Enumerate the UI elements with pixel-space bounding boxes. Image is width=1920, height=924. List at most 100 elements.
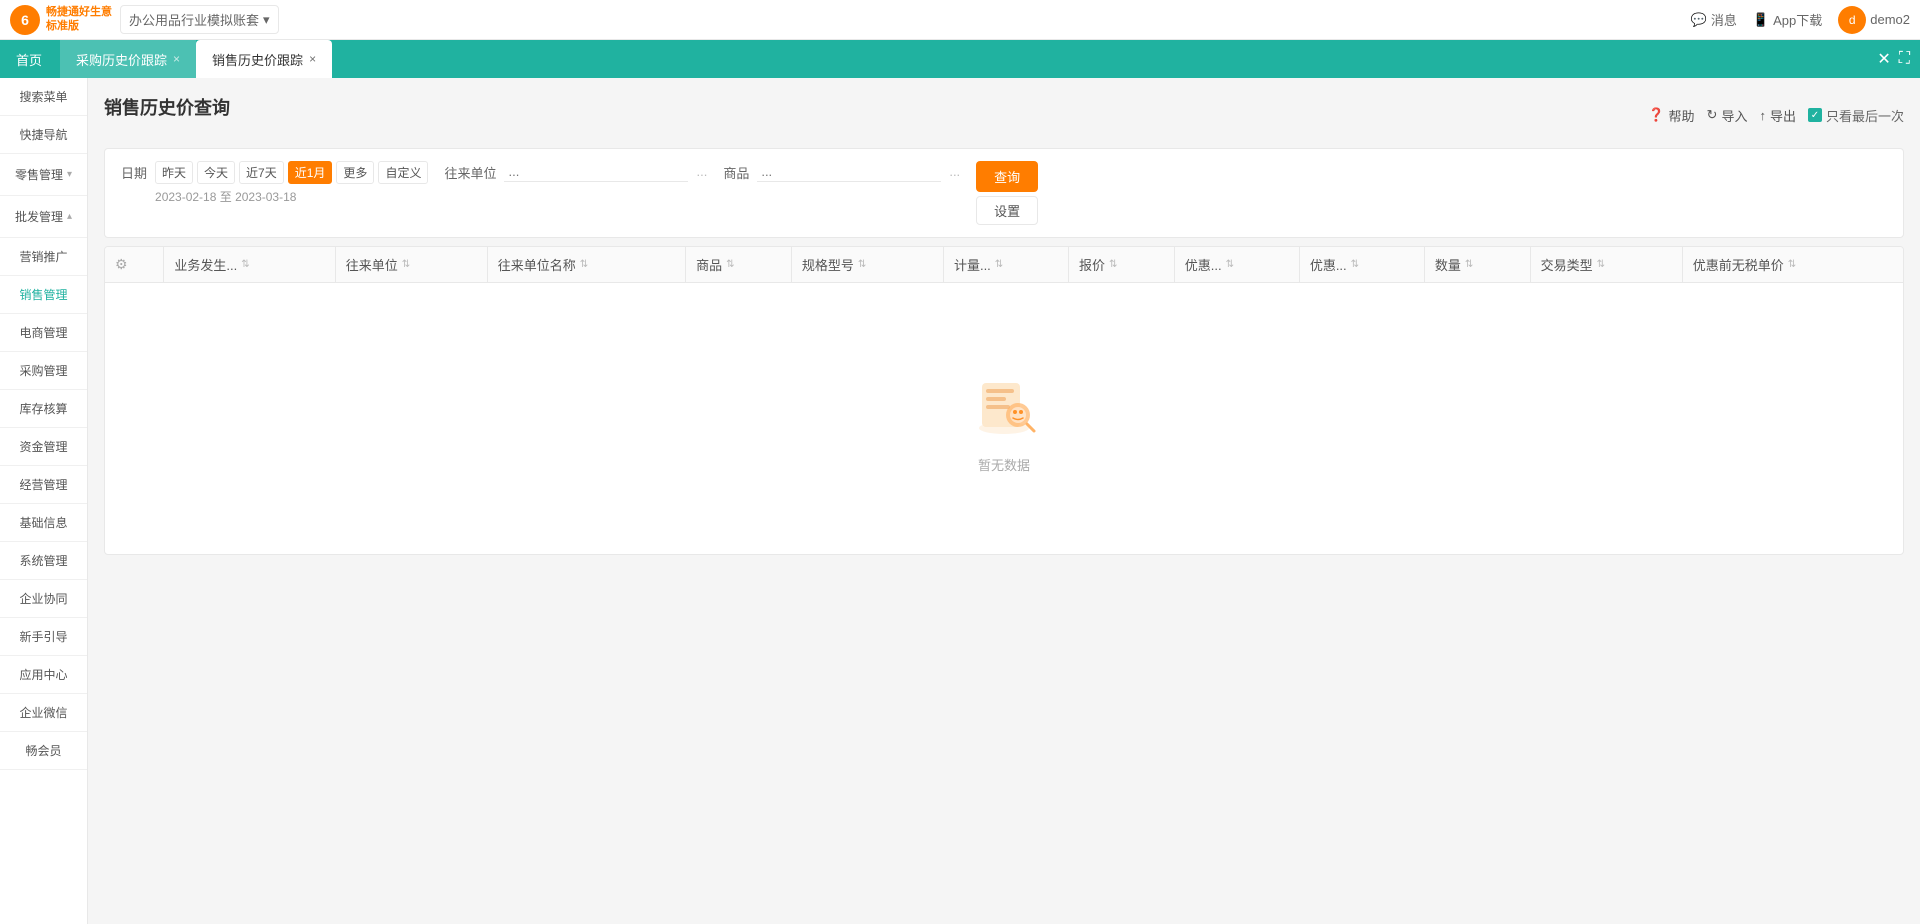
main-layout: 搜索菜单 快捷导航 零售管理 ▾ 批发管理 ▴ 营销推广 销售管理 电商管理 采… [0, 78, 1920, 924]
help-label: 帮助 [1669, 106, 1695, 125]
sidebar-item-guide[interactable]: 新手引导 [0, 618, 87, 656]
settings-icon[interactable]: ⚙ [115, 256, 128, 272]
import-action[interactable]: ↻ 导入 [1707, 106, 1748, 125]
th-settings[interactable]: ⚙ [105, 247, 164, 283]
guide-label: 新手引导 [19, 628, 67, 645]
settings-button[interactable]: 设置 [976, 196, 1038, 225]
date-btn-today[interactable]: 今天 [197, 161, 235, 184]
query-button[interactable]: 查询 [976, 161, 1038, 192]
th-unit-name[interactable]: 往来单位名称 ⇅ [487, 247, 685, 283]
workspace-selector[interactable]: 办公用品行业模拟账套 ▾ [120, 5, 279, 34]
sidebar-item-operations[interactable]: 经营管理 [0, 466, 87, 504]
table-header-row: ⚙ 业务发生... ⇅ 往来单位 ⇅ [105, 247, 1903, 283]
search-menu-label: 搜索菜单 [19, 88, 67, 105]
unit-dots[interactable]: ... [696, 164, 707, 179]
sidebar-item-quick-nav[interactable]: 快捷导航 [0, 116, 87, 154]
sidebar-item-purchase[interactable]: 采购管理 [0, 352, 87, 390]
operations-label: 经营管理 [19, 476, 67, 493]
sort-icon: ⇅ [1109, 259, 1117, 270]
header-left: 6 畅捷通好生意 标准版 办公用品行业模拟账套 ▾ [10, 5, 279, 35]
tab-sales-label: 销售历史价跟踪 [212, 50, 303, 69]
date-filter-group: 日期 昨天 今天 近7天 近1月 更多 自定义 2023-02-18 至 202… [121, 161, 428, 205]
sidebar-item-search-menu[interactable]: 搜索菜单 [0, 78, 87, 116]
message-label: 消息 [1711, 10, 1737, 29]
message-action[interactable]: 💬 消息 [1691, 10, 1737, 29]
help-icon: ❓ [1648, 107, 1664, 123]
date-btn-1month[interactable]: 近1月 [288, 161, 333, 184]
retail-label: 零售管理 [15, 166, 63, 183]
page-title: 销售历史价查询 [104, 94, 230, 120]
expand-icon[interactable]: ⛶ [1899, 50, 1910, 68]
date-btn-yesterday[interactable]: 昨天 [155, 161, 193, 184]
sidebar-item-wholesale[interactable]: 批发管理 ▴ [0, 196, 87, 238]
sidebar-item-marketing[interactable]: 营销推广 [0, 238, 87, 276]
date-btn-7days[interactable]: 近7天 [239, 161, 284, 184]
sidebar: 搜索菜单 快捷导航 零售管理 ▾ 批发管理 ▴ 营销推广 销售管理 电商管理 采… [0, 78, 88, 924]
empty-text: 暂无数据 [978, 455, 1030, 474]
tab-sales-history[interactable]: 销售历史价跟踪 × [196, 40, 332, 78]
tab-purchase-close[interactable]: × [173, 52, 180, 66]
only-last-checkbox[interactable]: ✓ 只看最后一次 [1808, 106, 1904, 125]
date-btn-custom[interactable]: 自定义 [378, 161, 428, 184]
sidebar-item-basic[interactable]: 基础信息 [0, 504, 87, 542]
sales-label: 销售管理 [19, 286, 67, 303]
sidebar-item-enterprise[interactable]: 企业协同 [0, 580, 87, 618]
th-goods[interactable]: 商品 ⇅ [686, 247, 792, 283]
unit-label: 往来单位 [444, 161, 496, 182]
app-center-label: 应用中心 [19, 666, 67, 683]
chevron-down-icon: ▾ [263, 12, 270, 28]
tab-sales-close[interactable]: × [309, 52, 316, 66]
sidebar-item-inventory[interactable]: 库存核算 [0, 390, 87, 428]
header-right: 💬 消息 📱 App下载 d demo2 [1691, 6, 1910, 34]
th-spec[interactable]: 规格型号 ⇅ [791, 247, 943, 283]
sort-icon: ⇅ [1351, 259, 1359, 270]
th-unit[interactable]: 往来单位 ⇅ [335, 247, 487, 283]
user-initial: d [1849, 13, 1856, 27]
quick-nav-label: 快捷导航 [19, 126, 67, 143]
user-name: demo2 [1870, 12, 1910, 27]
app-download-action[interactable]: 📱 App下载 [1753, 10, 1822, 29]
sort-icon: ⇅ [402, 259, 410, 270]
chevron-down-icon: ▾ [67, 169, 72, 180]
sidebar-item-retail[interactable]: 零售管理 ▾ [0, 154, 87, 196]
logo-text: 畅捷通好生意 标准版 [46, 6, 112, 32]
th-trade-type[interactable]: 交易类型 ⇅ [1530, 247, 1682, 283]
help-action[interactable]: ❓ 帮助 [1648, 106, 1694, 125]
th-discount1[interactable]: 优惠... ⇅ [1174, 247, 1299, 283]
import-label: 导入 [1721, 106, 1747, 125]
empty-state: 暂无数据 [105, 283, 1903, 554]
sort-icon: ⇅ [1597, 259, 1605, 270]
sidebar-item-app-center[interactable]: 应用中心 [0, 656, 87, 694]
date-buttons: 昨天 今天 近7天 近1月 更多 自定义 [155, 161, 428, 184]
logo-char: 6 [21, 12, 29, 28]
sidebar-item-enterprise-wechat[interactable]: 企业微信 [0, 694, 87, 732]
tab-purchase-label: 采购历史价跟踪 [76, 50, 167, 69]
close-all-icon[interactable]: ✕ [1877, 49, 1890, 69]
export-action[interactable]: ↑ 导出 [1759, 106, 1796, 125]
user-action[interactable]: d demo2 [1838, 6, 1910, 34]
goods-dots[interactable]: ... [949, 164, 960, 179]
tab-purchase-history[interactable]: 采购历史价跟踪 × [60, 40, 196, 78]
th-discount2[interactable]: 优惠... ⇅ [1299, 247, 1424, 283]
sort-icon: ⇅ [241, 259, 249, 270]
goods-label: 商品 [723, 161, 749, 182]
th-unit-measure[interactable]: 计量... ⇅ [943, 247, 1068, 283]
th-business-date[interactable]: 业务发生... ⇅ [164, 247, 335, 283]
sidebar-item-system[interactable]: 系统管理 [0, 542, 87, 580]
goods-input[interactable] [757, 162, 941, 182]
enterprise-wechat-label: 企业微信 [19, 704, 67, 721]
tab-home[interactable]: 首页 [0, 40, 58, 78]
empty-icon [964, 363, 1044, 443]
th-price[interactable]: 报价 ⇅ [1069, 247, 1175, 283]
sidebar-item-sales[interactable]: 销售管理 [0, 276, 87, 314]
sidebar-item-ecommerce[interactable]: 电商管理 [0, 314, 87, 352]
th-pre-discount-price[interactable]: 优惠前无税单价 ⇅ [1682, 247, 1903, 283]
table-body: 暂无数据 [105, 283, 1903, 555]
unit-input[interactable] [504, 162, 688, 182]
unit-filter-group: 往来单位 ... [444, 161, 707, 182]
date-btn-more[interactable]: 更多 [336, 161, 374, 184]
sidebar-item-finance[interactable]: 资金管理 [0, 428, 87, 466]
th-qty[interactable]: 数量 ⇅ [1424, 247, 1530, 283]
empty-row: 暂无数据 [105, 283, 1903, 555]
sidebar-item-member[interactable]: 畅会员 [0, 732, 87, 770]
